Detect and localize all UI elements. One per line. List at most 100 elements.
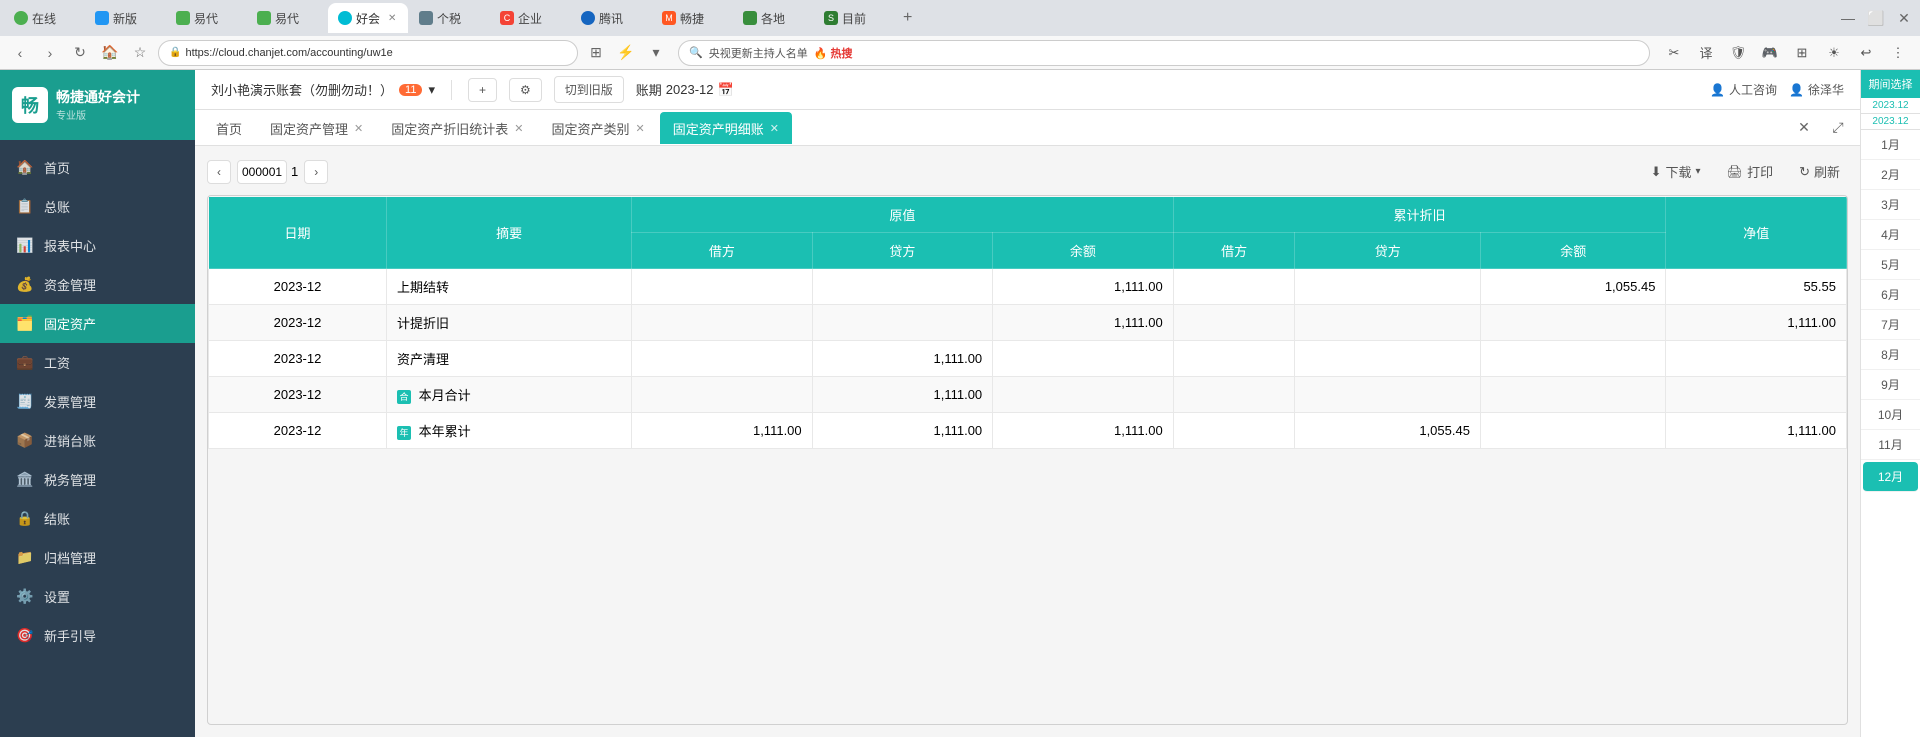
close-window-button[interactable]: ✕ xyxy=(1892,6,1916,30)
browser-tab-online[interactable]: 在线 xyxy=(4,3,84,33)
settings-small-button[interactable]: ⚙ xyxy=(509,78,542,102)
sidebar-item-sales[interactable]: 📦 进销台账 xyxy=(0,421,195,460)
sidebar-item-reports[interactable]: 📊 报表中心 xyxy=(0,226,195,265)
sidebar-item-guide[interactable]: 🎯 新手引导 xyxy=(0,616,195,655)
add-account-button[interactable]: + xyxy=(468,78,497,102)
page-tab-close-asset-category[interactable]: ✕ xyxy=(636,122,645,135)
table-row: 2023-12 上期结转 1,111.00 1,055.45 55.55 xyxy=(209,269,1847,305)
shield-icon[interactable]: 🛡 xyxy=(1724,40,1752,66)
page-tab-fixed-asset-mgmt[interactable]: 固定资产管理 ✕ xyxy=(257,112,376,144)
address-box[interactable]: 🔒 https://cloud.chanjet.com/accounting/u… xyxy=(158,40,578,66)
period-item-7[interactable]: 7月 xyxy=(1861,310,1920,340)
support-label: 人工咨询 xyxy=(1729,81,1777,98)
prev-page-button[interactable]: ‹ xyxy=(207,160,231,184)
th-original-value-group: 原值 xyxy=(632,197,1174,233)
more-icon[interactable]: ⋮ xyxy=(1884,40,1912,66)
browser-tab-new[interactable]: 新版 xyxy=(85,3,165,33)
period-item-4[interactable]: 4月 xyxy=(1861,220,1920,250)
download-dropdown-icon: ▾ xyxy=(1696,166,1701,177)
sidebar-item-settings[interactable]: ⚙️ 设置 xyxy=(0,577,195,616)
sidebar-item-home[interactable]: 🏠 首页 xyxy=(0,148,195,187)
browser-tab-tencent[interactable]: 腾讯 xyxy=(571,3,651,33)
sidebar-item-ledger[interactable]: 📋 总账 xyxy=(0,187,195,226)
restore-button[interactable]: ⬜ xyxy=(1864,6,1888,30)
page-tab-close-fixed-asset-mgmt[interactable]: ✕ xyxy=(354,122,363,135)
sidebar-item-payroll[interactable]: 💼 工资 xyxy=(0,343,195,382)
th-orig-balance: 余额 xyxy=(993,233,1174,269)
refresh-button[interactable]: ↻ 刷新 xyxy=(1791,158,1848,185)
reload-button[interactable]: ↻ xyxy=(68,41,92,65)
undo-icon[interactable]: ↩ xyxy=(1852,40,1880,66)
tab-close-haohui[interactable]: ✕ xyxy=(388,13,396,24)
cell-date-4: 2023-12 xyxy=(209,413,387,449)
sidebar-item-funds[interactable]: 💰 资金管理 xyxy=(0,265,195,304)
sidebar-header: 畅 畅捷通好会计 专业版 xyxy=(0,70,195,140)
sidebar-item-tax[interactable]: 🏛️ 税务管理 xyxy=(0,460,195,499)
app-subtitle: 专业版 xyxy=(56,107,140,122)
forward-button[interactable]: › xyxy=(38,41,62,65)
th-net-value: 净值 xyxy=(1666,197,1847,269)
period-item-2[interactable]: 2月 xyxy=(1861,160,1920,190)
brightness-icon[interactable]: ☀ xyxy=(1820,40,1848,66)
browser-tab-muqian[interactable]: S 目前 xyxy=(814,3,894,33)
search-box[interactable]: 🔍 央视更新主持人名单 🔥 热搜 xyxy=(678,40,1650,66)
sidebar-item-closing[interactable]: 🔒 结账 xyxy=(0,499,195,538)
page-tab-home[interactable]: 首页 xyxy=(203,112,255,144)
guide-icon: 🎯 xyxy=(16,627,34,645)
sidebar-item-archive[interactable]: 📁 归档管理 xyxy=(0,538,195,577)
sidebar-item-fixed-assets[interactable]: 🗂️ 固定资产 xyxy=(0,304,195,343)
browser-tab-gedi[interactable]: 各地 xyxy=(733,3,813,33)
cell-summary-4: 年 本年累计 xyxy=(387,413,632,449)
browser-tab-qiye[interactable]: C 企业 xyxy=(490,3,570,33)
next-page-button[interactable]: › xyxy=(304,160,328,184)
user-info[interactable]: 👤 徐泽华 xyxy=(1789,81,1844,98)
bookmark-button[interactable]: ☆ xyxy=(128,41,152,65)
browser-tab-yidai2[interactable]: 易代 xyxy=(247,3,327,33)
grid-icon[interactable]: ⊞ xyxy=(1788,40,1816,66)
gamepad-icon[interactable]: 🎮 xyxy=(1756,40,1784,66)
account-selector[interactable]: 刘小艳演示账套（勿删勿动！） 11 ▾ xyxy=(211,80,435,99)
support-button[interactable]: 👤 人工咨询 xyxy=(1710,81,1777,98)
cell-orig-debit-4: 1,111.00 xyxy=(632,413,813,449)
period-item-1[interactable]: 1月 xyxy=(1861,130,1920,160)
chevron-down-icon[interactable]: ▾ xyxy=(644,41,668,65)
page-tab-asset-category[interactable]: 固定资产类别 ✕ xyxy=(538,112,657,144)
cell-accum-credit-3 xyxy=(1295,377,1480,413)
new-tab-button[interactable]: + xyxy=(895,9,920,27)
browser-tab-changjie[interactable]: M 畅捷 xyxy=(652,3,732,33)
browser-tab-haohui[interactable]: 好会 ✕ xyxy=(328,3,408,33)
period-item-11[interactable]: 11月 xyxy=(1861,430,1920,460)
page-tab-close-asset-detail[interactable]: ✕ xyxy=(770,122,779,135)
period-item-8[interactable]: 8月 xyxy=(1861,340,1920,370)
back-button[interactable]: ‹ xyxy=(8,41,32,65)
period-item-9[interactable]: 9月 xyxy=(1861,370,1920,400)
cell-summary-1: 计提折旧 xyxy=(387,305,632,341)
browser-tab-yidai1[interactable]: 易代 xyxy=(166,3,246,33)
expand-tab-button[interactable]: ⤢ xyxy=(1824,114,1852,142)
browser-tab-geshui[interactable]: 个税 xyxy=(409,3,489,33)
page-tab-close-depreciation-stat[interactable]: ✕ xyxy=(514,122,523,135)
scissors-icon[interactable]: ✂ xyxy=(1660,40,1688,66)
translate-icon[interactable]: 译 xyxy=(1692,40,1720,66)
page-tab-depreciation-stat[interactable]: 固定资产折旧统计表 ✕ xyxy=(378,112,536,144)
cell-accum-balance-1 xyxy=(1480,305,1665,341)
lightning-icon[interactable]: ⚡ xyxy=(614,41,638,65)
minimize-button[interactable]: — xyxy=(1836,6,1860,30)
home-button[interactable]: 🏠 xyxy=(98,41,122,65)
th-orig-credit: 贷方 xyxy=(812,233,993,269)
period-item-6[interactable]: 6月 xyxy=(1861,280,1920,310)
browser-menu-icon[interactable]: ⊞ xyxy=(584,41,608,65)
period-item-12[interactable]: 12月 xyxy=(1863,462,1918,492)
calendar-icon[interactable]: 📅 xyxy=(718,82,734,98)
switch-version-button[interactable]: 切到旧版 xyxy=(554,76,624,103)
download-button[interactable]: ⬇ 下载 ▾ xyxy=(1643,158,1709,185)
browser-toolbar: ✂ 译 🛡 🎮 ⊞ ☀ ↩ ⋮ xyxy=(1660,40,1912,66)
print-button[interactable]: 🖨 打印 xyxy=(1719,158,1782,185)
period-item-3[interactable]: 3月 xyxy=(1861,190,1920,220)
period-item-5[interactable]: 5月 xyxy=(1861,250,1920,280)
collapse-tab-button[interactable]: ✕ xyxy=(1790,114,1818,142)
sidebar-item-invoice[interactable]: 🧾 发票管理 xyxy=(0,382,195,421)
page-number-input[interactable] xyxy=(237,160,287,184)
page-tab-asset-detail[interactable]: 固定资产明细账 ✕ xyxy=(660,112,792,144)
period-item-10[interactable]: 10月 xyxy=(1861,400,1920,430)
